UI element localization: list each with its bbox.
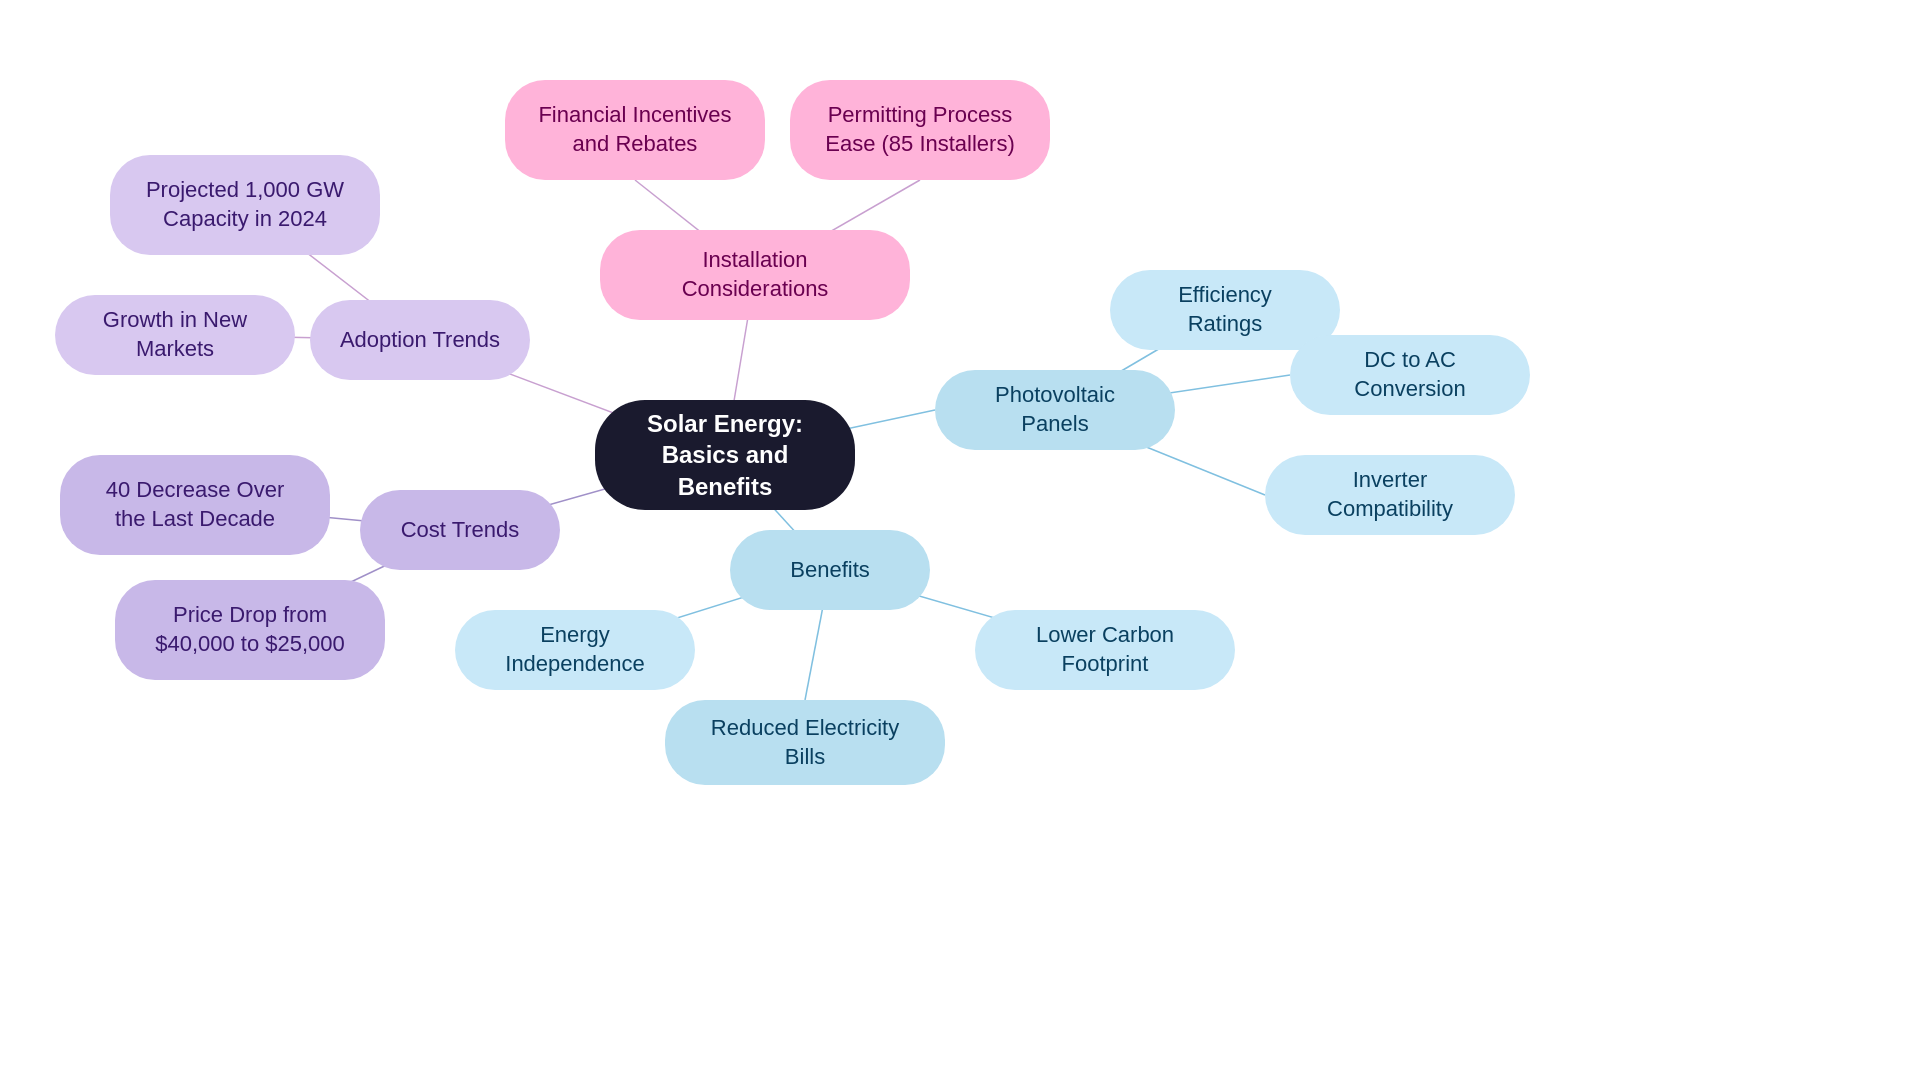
growth-new-markets-label: Growth in New Markets	[83, 306, 267, 363]
benefits-label: Benefits	[790, 556, 870, 585]
lower-carbon-footprint-label: Lower Carbon Footprint	[1003, 621, 1207, 678]
cost-trends-node: Cost Trends	[360, 490, 560, 570]
cost-trends-label: Cost Trends	[401, 516, 520, 545]
permitting-process-label: Permitting Process Ease (85 Installers)	[818, 101, 1022, 158]
adoption-trends-node: Adoption Trends	[310, 300, 530, 380]
inverter-compatibility-node: Inverter Compatibility	[1265, 455, 1515, 535]
financial-incentives-node: Financial Incentives and Rebates	[505, 80, 765, 180]
reduced-electricity-bills-node: Reduced Electricity Bills	[665, 700, 945, 785]
installation-considerations-label: Installation Considerations	[628, 246, 882, 303]
decrease-last-decade-label: 40 Decrease Over the Last Decade	[88, 476, 302, 533]
inverter-compatibility-label: Inverter Compatibility	[1293, 466, 1487, 523]
price-drop-node: Price Drop from $40,000 to $25,000	[115, 580, 385, 680]
financial-incentives-label: Financial Incentives and Rebates	[533, 101, 737, 158]
lower-carbon-footprint-node: Lower Carbon Footprint	[975, 610, 1235, 690]
decrease-last-decade-node: 40 Decrease Over the Last Decade	[60, 455, 330, 555]
dc-to-ac-node: DC to AC Conversion	[1290, 335, 1530, 415]
adoption-trends-label: Adoption Trends	[340, 326, 500, 355]
reduced-electricity-bills-label: Reduced Electricity Bills	[693, 714, 917, 771]
dc-to-ac-label: DC to AC Conversion	[1318, 346, 1502, 403]
growth-new-markets-node: Growth in New Markets	[55, 295, 295, 375]
center-node: Solar Energy: Basics and Benefits	[595, 400, 855, 510]
benefits-node: Benefits	[730, 530, 930, 610]
photovoltaic-panels-label: Photovoltaic Panels	[963, 381, 1147, 438]
efficiency-ratings-label: Efficiency Ratings	[1138, 281, 1312, 338]
efficiency-ratings-node: Efficiency Ratings	[1110, 270, 1340, 350]
price-drop-label: Price Drop from $40,000 to $25,000	[143, 601, 357, 658]
energy-independence-node: Energy Independence	[455, 610, 695, 690]
installation-considerations-node: Installation Considerations	[600, 230, 910, 320]
projected-capacity-label: Projected 1,000 GW Capacity in 2024	[138, 176, 352, 233]
center-label: Solar Energy: Basics and Benefits	[623, 408, 827, 502]
projected-capacity-node: Projected 1,000 GW Capacity in 2024	[110, 155, 380, 255]
photovoltaic-panels-node: Photovoltaic Panels	[935, 370, 1175, 450]
energy-independence-label: Energy Independence	[483, 621, 667, 678]
permitting-process-node: Permitting Process Ease (85 Installers)	[790, 80, 1050, 180]
